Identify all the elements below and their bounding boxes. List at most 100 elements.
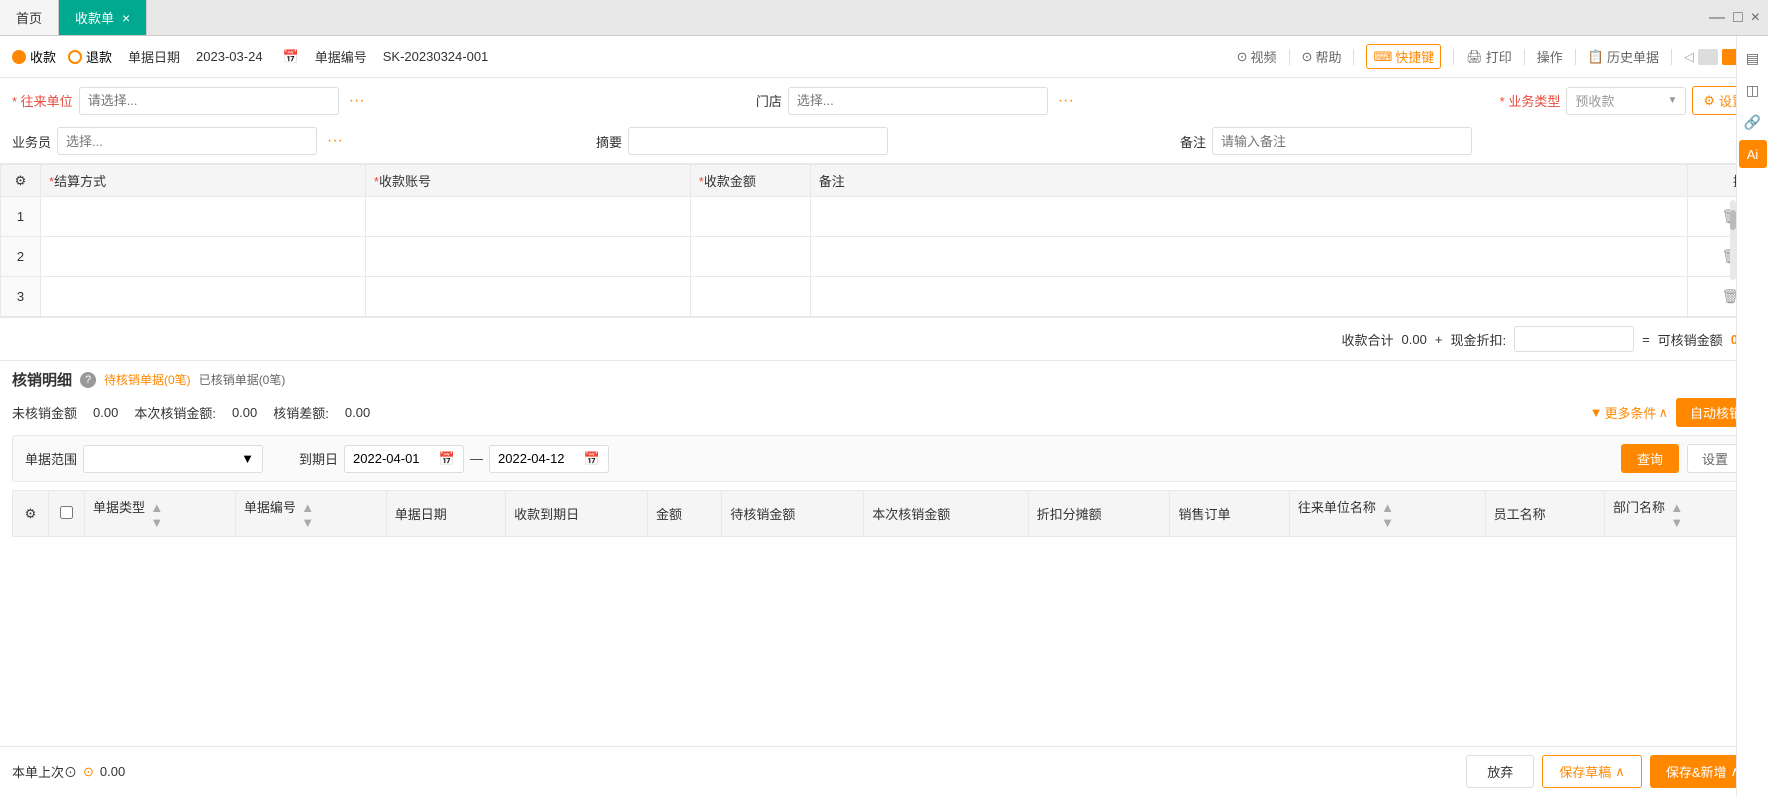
tab-home[interactable]: 首页 (0, 0, 59, 35)
more-filter-label: 更多条件 (1604, 403, 1656, 422)
sub-dept-col: 部门名称 ▲▼ (1605, 491, 1756, 537)
due-field: 到期日 2022-04-01 📅 — 2022-04-12 📅 (299, 445, 609, 473)
note-cell[interactable] (810, 277, 1687, 317)
store-input[interactable] (788, 87, 1048, 115)
diff-value: 0.00 (345, 405, 370, 420)
operation-btn[interactable]: 操作 (1537, 47, 1563, 66)
print-icon: 🖨 (1466, 49, 1483, 65)
amount-cell[interactable] (690, 277, 810, 317)
right-sidebar: ▤ ◫ 🔗 Ai (1736, 36, 1768, 796)
verify-info-icon[interactable]: ? (80, 372, 96, 388)
video-btn[interactable]: ⊙ 视频 (1237, 47, 1277, 66)
discount-input[interactable] (1514, 326, 1634, 352)
sidebar-table-icon[interactable]: ▤ (1739, 44, 1767, 72)
layout-prev-icon[interactable]: ◁ (1684, 49, 1694, 65)
biz-type-label: 业务类型 (1500, 91, 1561, 110)
date-calendar-icon[interactable]: 📅 (283, 49, 299, 65)
abstract-input[interactable] (628, 127, 888, 155)
done-tag[interactable]: 已核销单据(0笔) (199, 371, 286, 388)
sidebar-panel-icon[interactable]: ◫ (1739, 76, 1767, 104)
account-cell[interactable] (365, 237, 690, 277)
query-button[interactable]: 查询 (1621, 444, 1679, 473)
sub-gear-col[interactable]: ⚙ (13, 491, 49, 537)
table-row: 3 🗑 ⧉ (1, 277, 1768, 317)
settlement-cell[interactable] (41, 197, 366, 237)
sub-check-col[interactable] (49, 491, 85, 537)
tab-receipt[interactable]: 收款单 × (59, 0, 147, 35)
save-new-label: 保存&新增 (1666, 762, 1727, 781)
due-date-from[interactable]: 2022-04-01 📅 (344, 445, 464, 473)
minimize-icon[interactable]: — (1709, 9, 1725, 27)
table-gear-icon[interactable]: ⚙ (15, 173, 27, 188)
discard-button[interactable]: 放弃 (1466, 755, 1534, 788)
table-settings-col[interactable]: ⚙ (1, 165, 41, 197)
help-btn[interactable]: ⊙ 帮助 (1302, 47, 1342, 66)
account-cell[interactable] (365, 197, 690, 237)
radio-refund[interactable]: 退款 (68, 47, 112, 66)
settlement-cell[interactable] (41, 237, 366, 277)
filter-row: 单据范围 ▼ 到期日 2022-04-01 📅 — 2022-04-12 📅 (12, 435, 1756, 482)
sidebar-link-icon[interactable]: 🔗 (1739, 108, 1767, 136)
tab-close-icon[interactable]: × (122, 10, 130, 26)
amount-cell[interactable] (690, 237, 810, 277)
save-draft-button[interactable]: 保存草稿 ∧ (1542, 755, 1642, 788)
amount-col-header: *收款金额 (690, 165, 810, 197)
note-field: 备注 (1180, 127, 1756, 155)
partner-more-btn[interactable]: ··· (345, 92, 369, 110)
biz-type-select[interactable]: 预收款 ▼ (1566, 87, 1686, 115)
divider6 (1671, 49, 1672, 65)
select-all-checkbox[interactable] (60, 506, 73, 519)
table-row: 1 🗑 ⧉ (1, 197, 1768, 237)
history-btn[interactable]: 📋 历史单据 (1588, 47, 1659, 66)
save-draft-label: 保存草稿 (1559, 762, 1611, 781)
pending-tag[interactable]: 待核销单据(0笔) (104, 371, 191, 388)
form-row1: 往来单位 ··· 门店 ··· 业务类型 预收款 ▼ ⚙ 设置 (12, 86, 1756, 115)
staff-input[interactable] (57, 127, 317, 155)
note-cell[interactable] (810, 237, 1687, 277)
sub-table: ⚙ 单据类型 ▲▼ 单据编号 ▲▼ (12, 490, 1756, 537)
range-select[interactable]: ▼ (83, 445, 263, 473)
sub-discount-col: 折扣分摊额 (1028, 491, 1170, 537)
order-info-icon[interactable]: ⊙ (83, 764, 94, 780)
row-number: 3 (1, 277, 41, 317)
print-btn[interactable]: 🖨 打印 (1466, 47, 1512, 66)
staff-more-btn[interactable]: ··· (323, 132, 347, 150)
staff-field: 业务员 ··· (12, 127, 588, 155)
toolbar: 收款 退款 单据日期 2023-03-24 📅 单据编号 SK-20230324… (0, 36, 1768, 78)
account-cell[interactable] (365, 277, 690, 317)
sub-gear-icon[interactable]: ⚙ (25, 506, 37, 521)
note-input[interactable] (1212, 127, 1472, 155)
more-filter-btn[interactable]: ▼ 更多条件 ∧ (1590, 403, 1668, 422)
number-value: SK-20230324-001 (383, 49, 489, 64)
sidebar-ai-icon[interactable]: Ai (1739, 140, 1767, 168)
print-label: 打印 (1486, 47, 1512, 66)
shortcut-btn[interactable]: ⌨ 快捷键 (1366, 44, 1441, 69)
close-icon[interactable]: × (1751, 9, 1760, 27)
scroll-indicator (1730, 200, 1736, 280)
divider3 (1453, 49, 1454, 65)
divider2 (1353, 49, 1354, 65)
due-date-to[interactable]: 2022-04-12 📅 (489, 445, 609, 473)
date-label: 单据日期 (128, 47, 180, 66)
store-label: 门店 (756, 91, 782, 110)
radio-receipt-label: 收款 (30, 47, 56, 66)
store-field: 门店 ··· (756, 87, 1492, 115)
partner-input[interactable] (79, 87, 339, 115)
settlement-cell[interactable] (41, 277, 366, 317)
divider4 (1524, 49, 1525, 65)
unclaimed-label: 未核销金额 (12, 403, 77, 422)
sub-table-wrap: ⚙ 单据类型 ▲▼ 单据编号 ▲▼ (12, 490, 1756, 746)
total-value: 0.00 (1402, 332, 1427, 347)
store-more-btn[interactable]: ··· (1054, 92, 1078, 110)
layout-icon1[interactable] (1698, 49, 1718, 65)
radio-receipt-dot (12, 50, 26, 64)
divider5 (1575, 49, 1576, 65)
settings-button2[interactable]: 设置 (1687, 444, 1743, 473)
date-to-value: 2022-04-12 (498, 451, 565, 466)
amount-cell[interactable] (690, 197, 810, 237)
radio-receipt[interactable]: 收款 (12, 47, 56, 66)
sub-amount-col: 金额 (647, 491, 721, 537)
note-cell[interactable] (810, 197, 1687, 237)
more-filter-arrow: ∧ (1658, 405, 1668, 421)
maximize-icon[interactable]: □ (1733, 9, 1743, 27)
